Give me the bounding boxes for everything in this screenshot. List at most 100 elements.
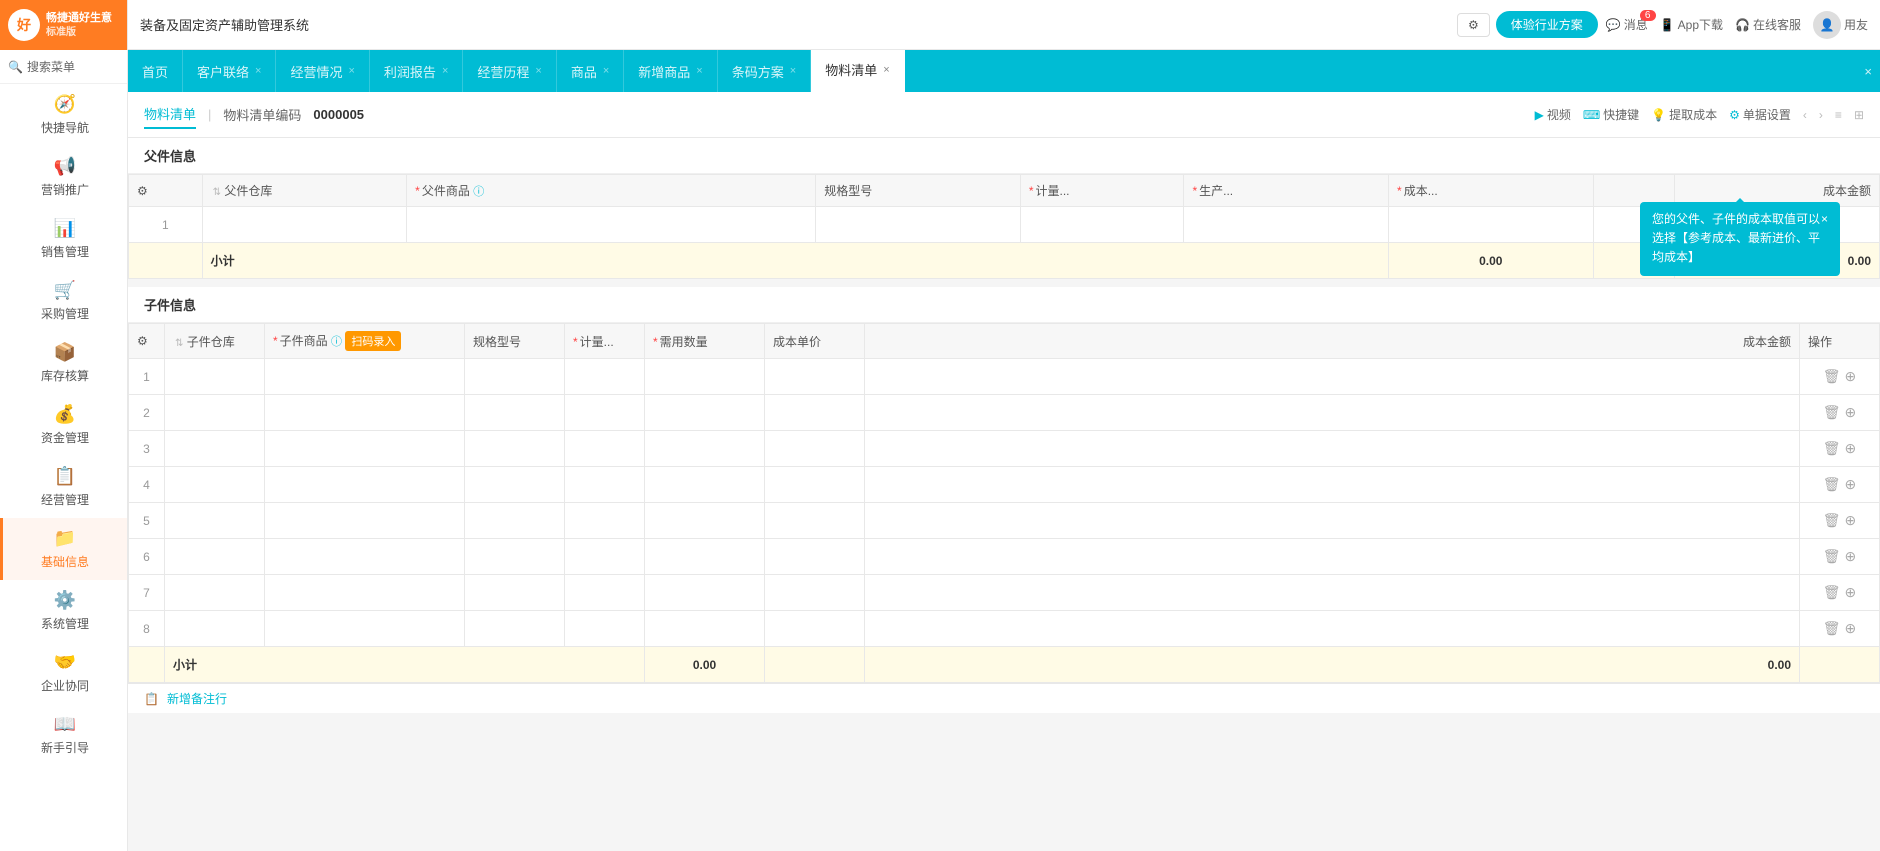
parent-col-settings[interactable]: ⚙: [129, 175, 203, 207]
child-needed-6[interactable]: [645, 539, 765, 575]
child-warehouse-5[interactable]: [165, 503, 265, 539]
child-needed-2[interactable]: [645, 395, 765, 431]
copy-icon-3[interactable]: ⊕: [1845, 440, 1857, 457]
trial-button[interactable]: 体验行业方案: [1496, 11, 1598, 38]
child-col-settings[interactable]: ⚙: [129, 324, 165, 359]
tab-close-operation[interactable]: ×: [348, 65, 354, 77]
parent-unit-1[interactable]: [1020, 207, 1184, 243]
search-menu[interactable]: 🔍 搜索菜单: [0, 50, 127, 84]
online-service-action[interactable]: 🎧 在线客服: [1735, 16, 1801, 33]
child-unit-cost-8[interactable]: [765, 611, 865, 647]
extract-cost-toolbar-item[interactable]: 💡 提取成本: [1651, 106, 1717, 123]
child-unit-cost-4[interactable]: [765, 467, 865, 503]
tab-close-barcode[interactable]: ×: [790, 65, 796, 77]
nav-menu[interactable]: ≡: [1835, 108, 1842, 122]
child-warehouse-3[interactable]: [165, 431, 265, 467]
copy-icon-6[interactable]: ⊕: [1845, 548, 1857, 565]
delete-icon-5[interactable]: 🗑: [1823, 512, 1841, 529]
nav-expand[interactable]: ⊞: [1854, 108, 1864, 122]
delete-icon-2[interactable]: 🗑: [1823, 404, 1841, 421]
delete-icon-1[interactable]: 🗑: [1823, 368, 1841, 385]
tab-profit[interactable]: 利润报告 ×: [370, 50, 463, 92]
hotkey-toolbar-item[interactable]: ⌨ 快捷键: [1583, 106, 1639, 123]
video-toolbar-item[interactable]: ▶ 视频: [1535, 106, 1571, 123]
tab-history[interactable]: 经营历程 ×: [463, 50, 556, 92]
tab-operation[interactable]: 经营情况 ×: [276, 50, 369, 92]
copy-icon-8[interactable]: ⊕: [1845, 620, 1857, 637]
copy-icon-4[interactable]: ⊕: [1845, 476, 1857, 493]
child-spec-4[interactable]: [465, 467, 565, 503]
tab-product[interactable]: 商品 ×: [557, 50, 624, 92]
child-warehouse-6[interactable]: [165, 539, 265, 575]
scan-input-button[interactable]: 扫码录入: [345, 331, 401, 351]
single-settings-toolbar-item[interactable]: ⚙ 单据设置: [1729, 106, 1791, 123]
nav-prev[interactable]: ‹: [1803, 108, 1807, 122]
sidebar-item-finance[interactable]: 💰 资金管理: [0, 394, 127, 456]
tab-bom[interactable]: 物料清单 ×: [811, 50, 904, 92]
tab-close-profit[interactable]: ×: [442, 65, 448, 77]
child-spec-3[interactable]: [465, 431, 565, 467]
parent-spec-1[interactable]: [816, 207, 1021, 243]
tab-close-customer[interactable]: ×: [255, 65, 261, 77]
sidebar-item-inventory[interactable]: 📦 库存核算: [0, 332, 127, 394]
delete-icon-3[interactable]: 🗑: [1823, 440, 1841, 457]
tab-close-product[interactable]: ×: [603, 65, 609, 77]
user-action[interactable]: 👤 用友: [1813, 11, 1868, 39]
child-warehouse-8[interactable]: [165, 611, 265, 647]
message-action[interactable]: 💬 消息 6: [1606, 16, 1648, 33]
child-unit-4[interactable]: [565, 467, 645, 503]
delete-icon-7[interactable]: 🗑: [1823, 584, 1841, 601]
parent-product-1[interactable]: [407, 207, 816, 243]
child-warehouse-2[interactable]: [165, 395, 265, 431]
child-product-6[interactable]: [265, 539, 465, 575]
parent-cost-1[interactable]: [1389, 207, 1594, 243]
child-product-5[interactable]: [265, 503, 465, 539]
child-unit-2[interactable]: [565, 395, 645, 431]
tooltip-close-button[interactable]: ×: [1821, 210, 1828, 229]
sidebar-item-system[interactable]: ⚙️ 系统管理: [0, 580, 127, 642]
settings-button[interactable]: ⚙: [1457, 13, 1490, 37]
sidebar-item-enterprise[interactable]: 🤝 企业协同: [0, 642, 127, 704]
copy-icon-5[interactable]: ⊕: [1845, 512, 1857, 529]
delete-icon-4[interactable]: 🗑: [1823, 476, 1841, 493]
child-unit-7[interactable]: [565, 575, 645, 611]
child-unit-1[interactable]: [565, 359, 645, 395]
tab-close-history[interactable]: ×: [535, 65, 541, 77]
sidebar-item-purchase[interactable]: 🛒 采购管理: [0, 270, 127, 332]
child-warehouse-1[interactable]: [165, 359, 265, 395]
child-spec-2[interactable]: [465, 395, 565, 431]
app-download-action[interactable]: 📱 App下载: [1660, 16, 1723, 33]
child-warehouse-7[interactable]: [165, 575, 265, 611]
child-spec-7[interactable]: [465, 575, 565, 611]
add-note-label[interactable]: 新增备注行: [167, 690, 227, 707]
child-unit-cost-1[interactable]: [765, 359, 865, 395]
child-needed-1[interactable]: [645, 359, 765, 395]
child-product-2[interactable]: [265, 395, 465, 431]
child-needed-3[interactable]: [645, 431, 765, 467]
child-unit-3[interactable]: [565, 431, 645, 467]
delete-icon-8[interactable]: 🗑: [1823, 620, 1841, 637]
child-spec-1[interactable]: [465, 359, 565, 395]
child-unit-6[interactable]: [565, 539, 645, 575]
child-unit-cost-2[interactable]: [765, 395, 865, 431]
child-unit-cost-3[interactable]: [765, 431, 865, 467]
child-product-4[interactable]: [265, 467, 465, 503]
sidebar-item-marketing[interactable]: 📢 营销推广: [0, 146, 127, 208]
sidebar-item-quick-nav[interactable]: 🧭 快捷导航: [0, 84, 127, 146]
child-needed-4[interactable]: [645, 467, 765, 503]
sidebar-item-operation[interactable]: 📋 经营管理: [0, 456, 127, 518]
child-unit-cost-6[interactable]: [765, 539, 865, 575]
tab-new-product[interactable]: 新增商品 ×: [624, 50, 717, 92]
child-unit-cost-5[interactable]: [765, 503, 865, 539]
sidebar-item-sales[interactable]: 📊 销售管理: [0, 208, 127, 270]
child-warehouse-4[interactable]: [165, 467, 265, 503]
sidebar-item-basic-info[interactable]: 📁 基础信息: [0, 518, 127, 580]
child-product-8[interactable]: [265, 611, 465, 647]
copy-icon-7[interactable]: ⊕: [1845, 584, 1857, 601]
nav-next[interactable]: ›: [1819, 108, 1823, 122]
child-unit-5[interactable]: [565, 503, 645, 539]
page-tab-bom[interactable]: 物料清单: [144, 100, 196, 129]
child-spec-6[interactable]: [465, 539, 565, 575]
child-unit-cost-7[interactable]: [765, 575, 865, 611]
tab-barcode[interactable]: 条码方案 ×: [718, 50, 811, 92]
